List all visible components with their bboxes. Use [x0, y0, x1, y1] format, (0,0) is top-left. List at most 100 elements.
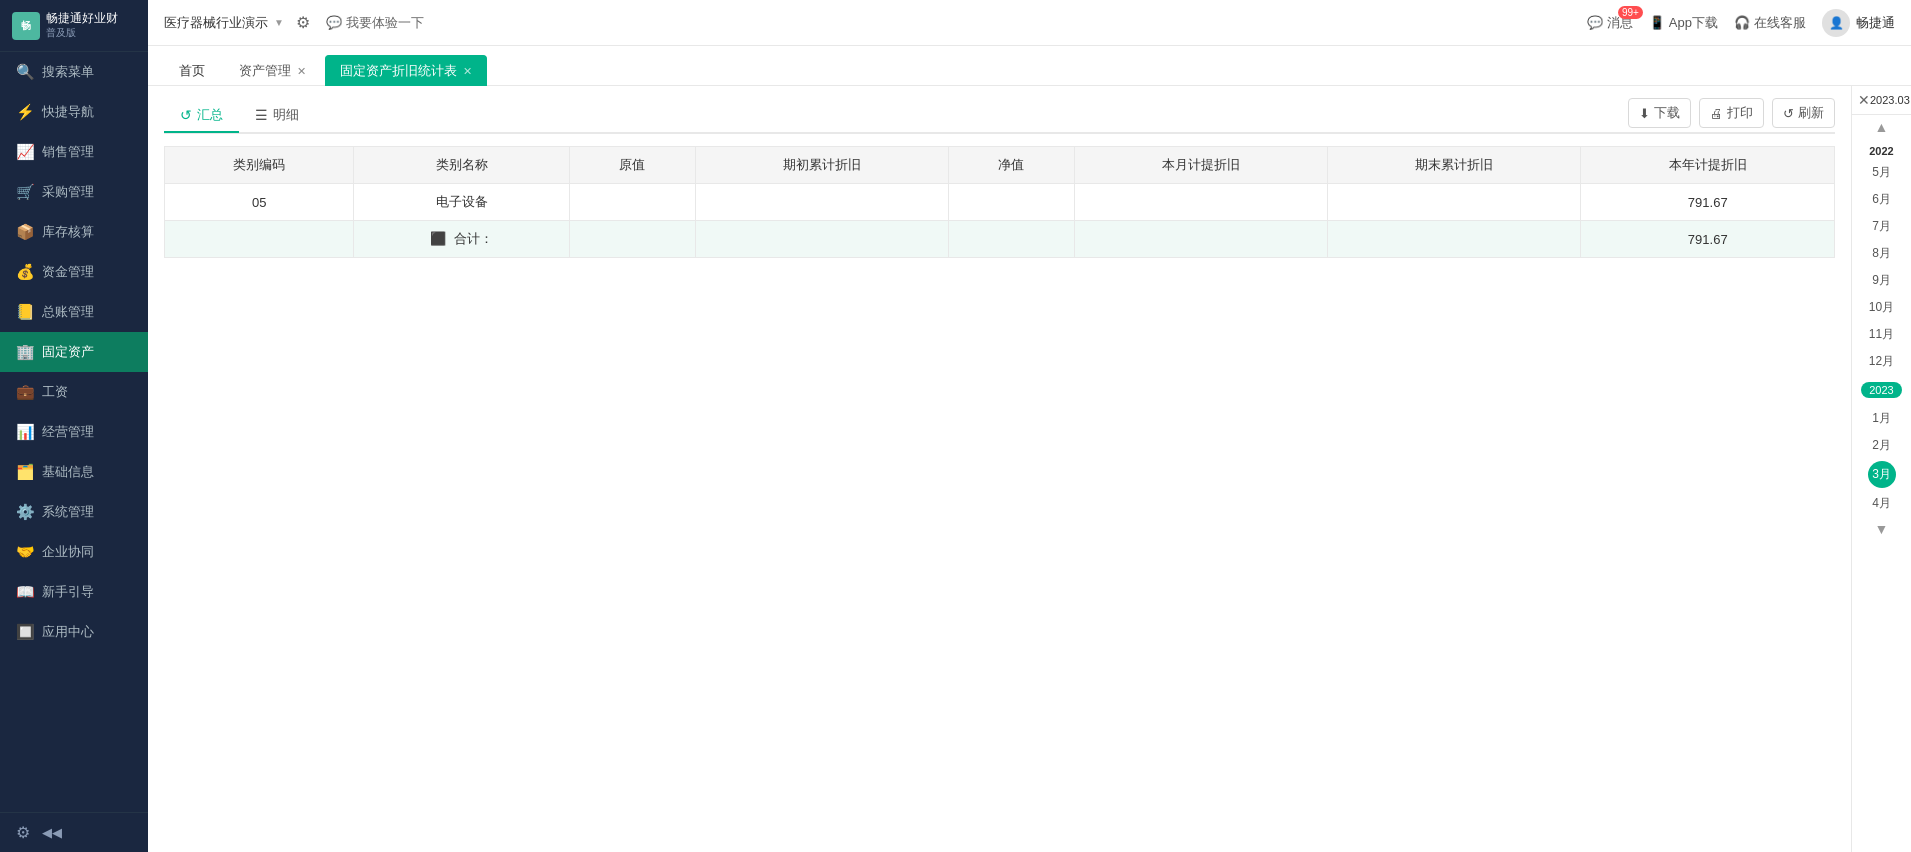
avatar: 👤 — [1822, 9, 1850, 37]
topbar-right: 💬 消息 99+ 📱 App下载 🎧 在线客服 👤 畅捷通 — [1587, 9, 1895, 37]
logo-area: 畅 畅捷通好业财 普及版 — [0, 0, 148, 52]
app-subtitle: 普及版 — [46, 26, 118, 40]
month-2022-9[interactable]: 9月 — [1852, 267, 1911, 294]
system-icon: ⚙️ — [16, 503, 34, 521]
sidebar-item-inventory[interactable]: 📦 库存核算 — [0, 212, 148, 252]
detail-tab-label: 明细 — [273, 106, 299, 124]
month-2022-8[interactable]: 8月 — [1852, 240, 1911, 267]
month-2022-7[interactable]: 7月 — [1852, 213, 1911, 240]
subtotal-label: ⬛ 合计： — [354, 221, 570, 258]
download-button[interactable]: ⬇ 下载 — [1628, 98, 1691, 128]
date-panel: ✕ 2023.03 ⤢ ▲ 2022 5月 6月 7月 8月 9月 10月 11… — [1851, 86, 1911, 852]
subtotal-monthly-dep — [1074, 221, 1327, 258]
refresh-button[interactable]: ↺ 刷新 — [1772, 98, 1835, 128]
notification-badge: 99+ — [1618, 6, 1643, 19]
notification-btn[interactable]: 💬 消息 99+ — [1587, 14, 1633, 32]
row-annual-dep: 791.67 — [1581, 184, 1835, 221]
main-area: 医疗器械行业演示 ▼ ⚙ 💬 我要体验一下 💬 消息 99+ 📱 App下载 🎧… — [148, 0, 1911, 852]
month-2023-2[interactable]: 2月 — [1852, 432, 1911, 459]
sidebar-item-quick-nav[interactable]: ⚡ 快捷导航 — [0, 92, 148, 132]
sidebar-bottom: ⚙ ◀◀ — [0, 812, 148, 852]
sidebar-item-operations[interactable]: 📊 经营管理 — [0, 412, 148, 452]
company-arrow-icon: ▼ — [274, 17, 284, 28]
year-2022-label: 2022 — [1852, 139, 1911, 159]
online-service-btn[interactable]: 🎧 在线客服 — [1734, 14, 1806, 32]
company-selector[interactable]: 医疗器械行业演示 ▼ — [164, 14, 284, 32]
subtotal-annual-dep: 791.67 — [1581, 221, 1835, 258]
print-label: 打印 — [1727, 104, 1753, 122]
month-2022-11[interactable]: 11月 — [1852, 321, 1911, 348]
date-panel-close-icon[interactable]: ✕ — [1858, 92, 1870, 108]
row-net — [949, 184, 1075, 221]
subtotal-accum-dep — [695, 221, 948, 258]
download-label: 下载 — [1654, 104, 1680, 122]
refresh-icon: ↺ — [1783, 106, 1794, 121]
row-monthly-dep — [1074, 184, 1327, 221]
col-end-accum: 期末累计折旧 — [1328, 147, 1581, 184]
subtotal-icon: ⬛ — [430, 231, 446, 246]
sidebar-item-search[interactable]: 🔍 搜索菜单 — [0, 52, 148, 92]
app-download-icon: 📱 — [1649, 15, 1665, 30]
tab-depreciation[interactable]: 固定资产折旧统计表 ✕ — [325, 55, 487, 86]
settings-bottom-icon[interactable]: ⚙ — [16, 823, 30, 842]
sidebar-item-finance[interactable]: 💰 资金管理 — [0, 252, 148, 292]
row-end-accum — [1328, 184, 1581, 221]
operations-icon: 📊 — [16, 423, 34, 441]
month-2023-3-active[interactable]: 3月 — [1868, 461, 1896, 488]
col-original: 原值 — [570, 147, 696, 184]
row-name: 电子设备 — [354, 184, 570, 221]
sidebar-item-basic-info[interactable]: 🗂️ 基础信息 — [0, 452, 148, 492]
tab-summary[interactable]: ↺ 汇总 — [164, 99, 239, 133]
user-area[interactable]: 👤 畅捷通 — [1822, 9, 1895, 37]
month-2022-5[interactable]: 5月 — [1852, 159, 1911, 186]
sidebar-label-guide: 新手引导 — [42, 583, 94, 601]
sidebar-item-guide[interactable]: 📖 新手引导 — [0, 572, 148, 612]
tab-detail[interactable]: ☰ 明细 — [239, 99, 315, 133]
sidebar: 畅 畅捷通好业财 普及版 🔍 搜索菜单 ⚡ 快捷导航 📈 销售管理 🛒 采购管理… — [0, 0, 148, 852]
month-2022-6[interactable]: 6月 — [1852, 186, 1911, 213]
scroll-up-icon[interactable]: ▲ — [1852, 115, 1911, 139]
sidebar-item-ledger[interactable]: 📒 总账管理 — [0, 292, 148, 332]
sidebar-item-app-center[interactable]: 🔲 应用中心 — [0, 612, 148, 652]
month-2023-1[interactable]: 1月 — [1852, 405, 1911, 432]
tab-home[interactable]: 首页 — [164, 55, 220, 86]
sidebar-item-payroll[interactable]: 💼 工资 — [0, 372, 148, 412]
date-panel-title: 2023.03 — [1870, 94, 1910, 106]
scroll-down-icon[interactable]: ▼ — [1852, 517, 1911, 541]
month-2022-10[interactable]: 10月 — [1852, 294, 1911, 321]
sidebar-label-app-center: 应用中心 — [42, 623, 94, 641]
sidebar-label-ledger: 总账管理 — [42, 303, 94, 321]
col-name: 类别名称 — [354, 147, 570, 184]
month-2022-12[interactable]: 12月 — [1852, 348, 1911, 375]
asset-tab-close-icon[interactable]: ✕ — [297, 65, 306, 78]
date-panel-scroll[interactable]: ▲ 2022 5月 6月 7月 8月 9月 10月 11月 12月 2023 1… — [1852, 115, 1911, 852]
sidebar-item-fixed-assets[interactable]: 🏢 固定资产 — [0, 332, 148, 372]
depreciation-tab-close-icon[interactable]: ✕ — [463, 65, 472, 78]
sidebar-nav: 🔍 搜索菜单 ⚡ 快捷导航 📈 销售管理 🛒 采购管理 📦 库存核算 💰 资金管… — [0, 52, 148, 812]
company-name: 医疗器械行业演示 — [164, 14, 268, 32]
sidebar-label-system: 系统管理 — [42, 503, 94, 521]
print-button[interactable]: 🖨 打印 — [1699, 98, 1764, 128]
payroll-icon: 💼 — [16, 383, 34, 401]
year-2023-row: 2023 — [1852, 378, 1911, 402]
col-code: 类别编码 — [165, 147, 354, 184]
finance-icon: 💰 — [16, 263, 34, 281]
feedback-btn[interactable]: 💬 我要体验一下 — [326, 14, 424, 32]
fixed-assets-icon: 🏢 — [16, 343, 34, 361]
sidebar-label-collab: 企业协同 — [42, 543, 94, 561]
subtotal-net — [949, 221, 1075, 258]
topbar: 医疗器械行业演示 ▼ ⚙ 💬 我要体验一下 💬 消息 99+ 📱 App下载 🎧… — [148, 0, 1911, 46]
app-download-btn[interactable]: 📱 App下载 — [1649, 14, 1718, 32]
sidebar-item-system[interactable]: ⚙️ 系统管理 — [0, 492, 148, 532]
tab-asset-mgmt[interactable]: 资产管理 ✕ — [224, 55, 321, 86]
app-download-label: App下载 — [1669, 14, 1718, 32]
settings-icon[interactable]: ⚙ — [296, 13, 310, 32]
depreciation-tab-label: 固定资产折旧统计表 — [340, 62, 457, 80]
sidebar-item-collab[interactable]: 🤝 企业协同 — [0, 532, 148, 572]
sidebar-item-purchase[interactable]: 🛒 采购管理 — [0, 172, 148, 212]
month-2023-4[interactable]: 4月 — [1852, 490, 1911, 517]
home-tab-label: 首页 — [179, 62, 205, 80]
feedback-icon: 💬 — [326, 15, 342, 30]
sidebar-item-sales[interactable]: 📈 销售管理 — [0, 132, 148, 172]
collapse-icon[interactable]: ◀◀ — [42, 825, 62, 840]
